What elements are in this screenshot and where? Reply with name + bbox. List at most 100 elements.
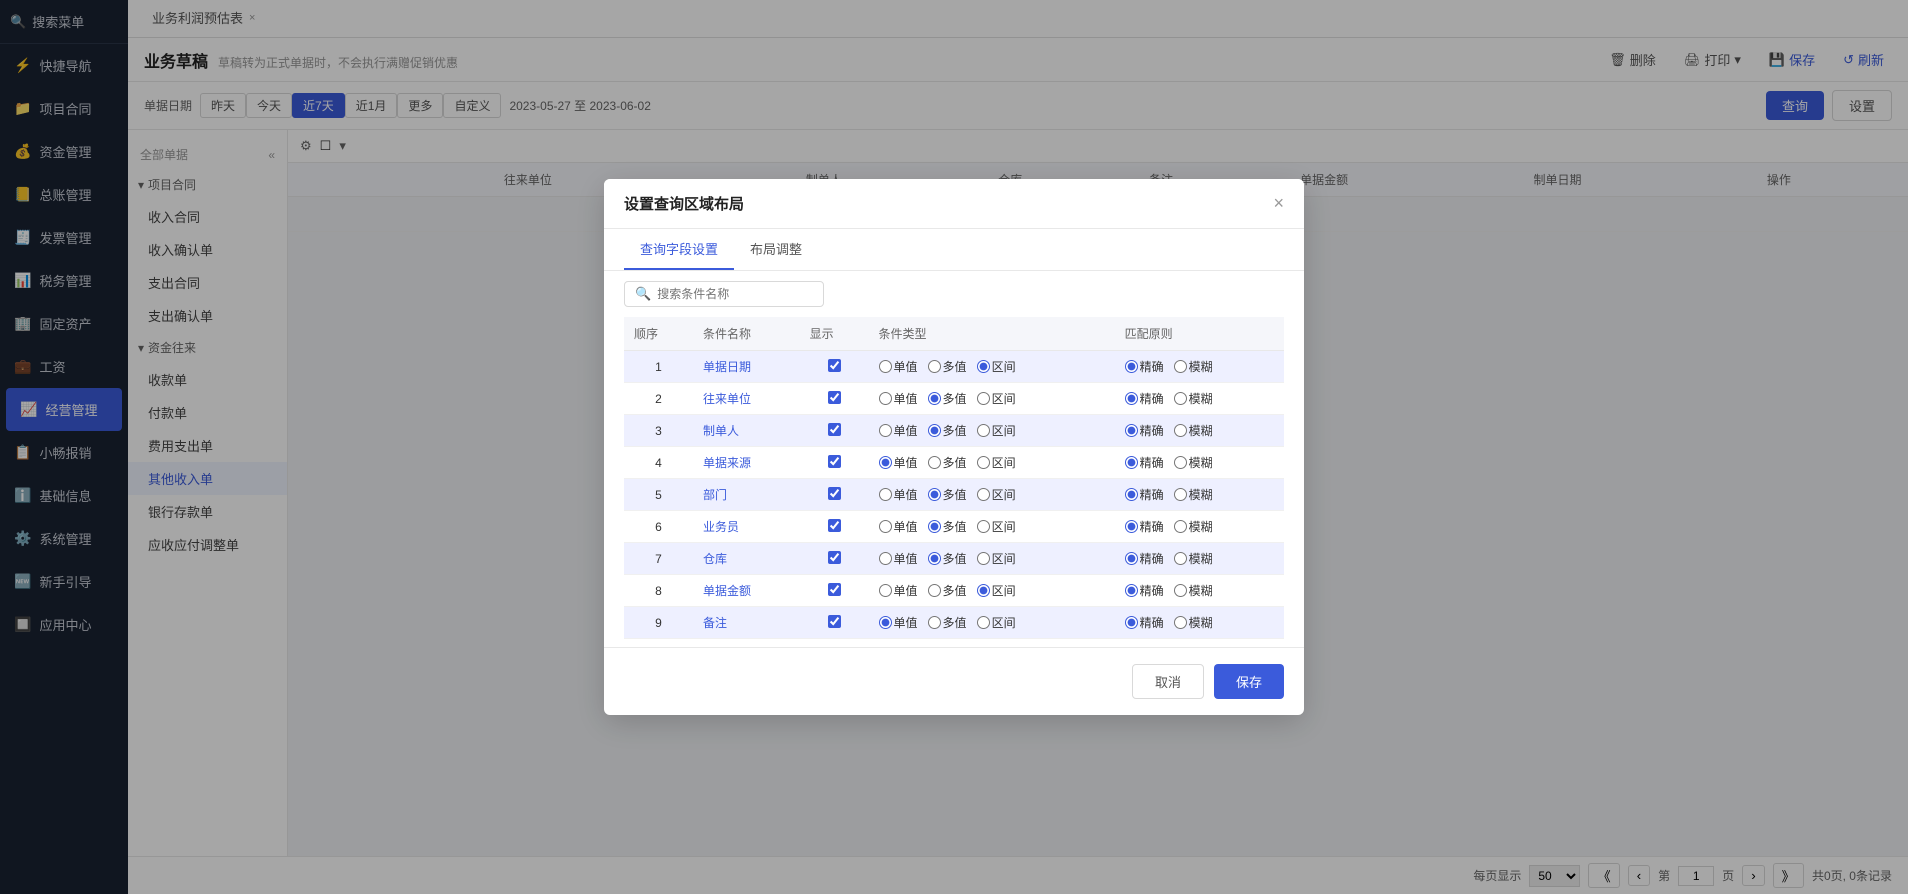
match-radio-模糊-5[interactable] [1174, 520, 1187, 533]
radio-多值-1[interactable] [928, 392, 941, 405]
radio-label-区间: 区间 [977, 422, 1016, 439]
match-radio-精确-0[interactable] [1125, 360, 1138, 373]
radio-label-多值: 多值 [928, 646, 967, 647]
modal-save-button[interactable]: 保存 [1214, 664, 1284, 699]
match-radio-模糊-2[interactable] [1174, 424, 1187, 437]
row-order: 4 [624, 447, 693, 479]
radio-单值-7[interactable] [879, 584, 892, 597]
row-condition-name: 备注 [693, 607, 800, 639]
match-label-精确: 精确 [1125, 422, 1164, 439]
cancel-button[interactable]: 取消 [1132, 664, 1204, 699]
match-label-精确: 精确 [1125, 486, 1164, 503]
radio-区间-3[interactable] [977, 456, 990, 469]
match-radio-模糊-0[interactable] [1174, 360, 1187, 373]
row-order: 5 [624, 479, 693, 511]
radio-多值-8[interactable] [928, 616, 941, 629]
match-label-模糊: 模糊 [1174, 422, 1213, 439]
modal-search-input[interactable] [657, 287, 813, 301]
radio-单值-2[interactable] [879, 424, 892, 437]
row-condition-name: 制单人 [693, 415, 800, 447]
radio-label-区间: 区间 [977, 454, 1016, 471]
radio-单值-6[interactable] [879, 552, 892, 565]
match-radio-模糊-7[interactable] [1174, 584, 1187, 597]
checkbox-show-5[interactable] [828, 519, 841, 532]
row-condition-type: 单值多值区间 [869, 479, 1115, 511]
row-show-cell [800, 575, 869, 607]
radio-label-单值: 单值 [879, 646, 918, 647]
radio-区间-1[interactable] [977, 392, 990, 405]
radio-label-单值: 单值 [879, 582, 918, 599]
radio-区间-7[interactable] [977, 584, 990, 597]
radio-label-单值: 单值 [879, 550, 918, 567]
checkbox-show-9[interactable] [828, 647, 841, 648]
checkbox-show-6[interactable] [828, 551, 841, 564]
match-radio-精确-7[interactable] [1125, 584, 1138, 597]
radio-多值-7[interactable] [928, 584, 941, 597]
checkbox-show-8[interactable] [828, 615, 841, 628]
radio-label-区间: 区间 [977, 550, 1016, 567]
row-match-principle: 精确模糊 [1115, 511, 1284, 543]
checkbox-show-7[interactable] [828, 583, 841, 596]
radio-label-多值: 多值 [928, 614, 967, 631]
row-condition-name: 仓库 [693, 543, 800, 575]
radio-单值-1[interactable] [879, 392, 892, 405]
row-condition-name: 部门 [693, 479, 800, 511]
radio-多值-2[interactable] [928, 424, 941, 437]
modal-table-row: 3制单人单值多值区间精确模糊 [624, 415, 1284, 447]
row-condition-name: 单据编号 [693, 639, 800, 648]
match-label-精确: 精确 [1125, 582, 1164, 599]
modal-close-button[interactable]: × [1273, 193, 1284, 214]
radio-单值-3[interactable] [879, 456, 892, 469]
checkbox-show-1[interactable] [828, 391, 841, 404]
radio-多值-6[interactable] [928, 552, 941, 565]
match-radio-模糊-3[interactable] [1174, 456, 1187, 469]
radio-多值-0[interactable] [928, 360, 941, 373]
row-order: 8 [624, 575, 693, 607]
checkbox-show-0[interactable] [828, 359, 841, 372]
match-radio-模糊-4[interactable] [1174, 488, 1187, 501]
match-label-模糊: 模糊 [1174, 390, 1213, 407]
match-radio-模糊-6[interactable] [1174, 552, 1187, 565]
radio-label-多值: 多值 [928, 358, 967, 375]
radio-label-区间: 区间 [977, 614, 1016, 631]
radio-区间-6[interactable] [977, 552, 990, 565]
row-condition-type: 单值多值区间 [869, 607, 1115, 639]
match-label-精确: 精确 [1125, 518, 1164, 535]
radio-单值-5[interactable] [879, 520, 892, 533]
radio-label-区间: 区间 [977, 518, 1016, 535]
match-radio-精确-4[interactable] [1125, 488, 1138, 501]
radio-单值-4[interactable] [879, 488, 892, 501]
modal-table-row: 9备注单值多值区间精确模糊 [624, 607, 1284, 639]
match-radio-精确-5[interactable] [1125, 520, 1138, 533]
checkbox-show-3[interactable] [828, 455, 841, 468]
radio-区间-0[interactable] [977, 360, 990, 373]
modal-overlay[interactable]: 设置查询区域布局 × 查询字段设置布局调整 🔍 顺序条件名称显示条件类型匹配原则… [0, 0, 1908, 894]
modal-table-row: 8单据金额单值多值区间精确模糊 [624, 575, 1284, 607]
checkbox-show-2[interactable] [828, 423, 841, 436]
match-radio-模糊-1[interactable] [1174, 392, 1187, 405]
match-radio-精确-8[interactable] [1125, 616, 1138, 629]
match-radio-精确-3[interactable] [1125, 456, 1138, 469]
row-match-principle: 精确模糊 [1115, 639, 1284, 648]
modal-table-row: 7仓库单值多值区间精确模糊 [624, 543, 1284, 575]
radio-区间-2[interactable] [977, 424, 990, 437]
radio-单值-0[interactable] [879, 360, 892, 373]
modal-tab-layout[interactable]: 布局调整 [734, 229, 818, 270]
checkbox-show-4[interactable] [828, 487, 841, 500]
radio-多值-5[interactable] [928, 520, 941, 533]
row-show-cell [800, 415, 869, 447]
match-radio-精确-1[interactable] [1125, 392, 1138, 405]
modal-col-条件类型: 条件类型 [869, 317, 1115, 351]
radio-label-单值: 单值 [879, 422, 918, 439]
match-radio-精确-6[interactable] [1125, 552, 1138, 565]
match-label-模糊: 模糊 [1174, 646, 1213, 647]
match-radio-模糊-8[interactable] [1174, 616, 1187, 629]
radio-多值-4[interactable] [928, 488, 941, 501]
radio-区间-4[interactable] [977, 488, 990, 501]
radio-区间-5[interactable] [977, 520, 990, 533]
radio-区间-8[interactable] [977, 616, 990, 629]
match-radio-精确-2[interactable] [1125, 424, 1138, 437]
modal-tab-fields[interactable]: 查询字段设置 [624, 229, 734, 270]
radio-单值-8[interactable] [879, 616, 892, 629]
radio-多值-3[interactable] [928, 456, 941, 469]
